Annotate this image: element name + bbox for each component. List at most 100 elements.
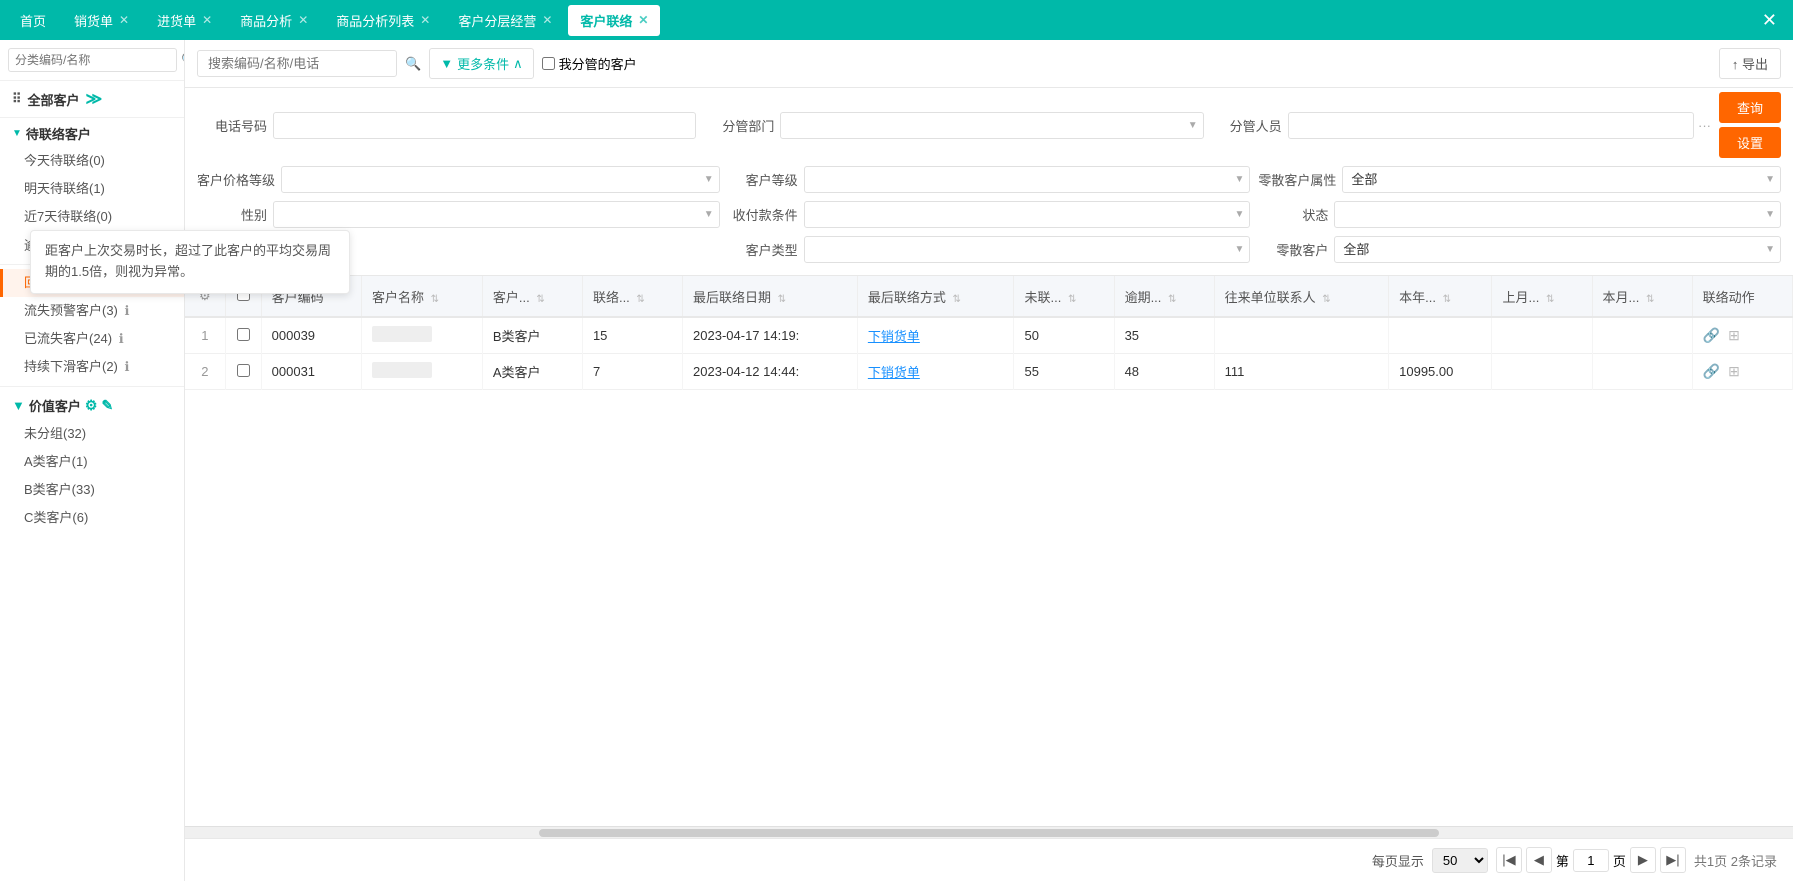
- next-page-btn[interactable]: ▶: [1630, 847, 1656, 873]
- sort-date-icon[interactable]: ⇅: [778, 294, 786, 305]
- nav-purchase-order[interactable]: 进货单 ✕: [145, 5, 224, 36]
- sort-lastmonth-icon[interactable]: ⇅: [1546, 294, 1554, 305]
- sidebar-ungrouped[interactable]: 未分组(32): [0, 420, 184, 448]
- gender-select-wrap[interactable]: ▼: [273, 201, 720, 228]
- first-page-btn[interactable]: |◀: [1496, 847, 1522, 873]
- sidebar-today-pending[interactable]: 今天待联络(0): [0, 147, 184, 175]
- status-select[interactable]: [1334, 201, 1781, 228]
- filter-row-4: ... 客户类型 ▼ 零散客户 全部 ▼: [197, 232, 1781, 267]
- gender-select[interactable]: [273, 201, 720, 228]
- sort-uncontacted-icon[interactable]: ⇅: [1068, 294, 1076, 305]
- row1-contact-way-link[interactable]: 下销货单: [868, 329, 920, 344]
- row2-last-month: [1492, 354, 1592, 390]
- nav-product-analysis-list[interactable]: 商品分析列表 ✕: [324, 5, 442, 36]
- price-level-field: 客户价格等级 ▼: [197, 166, 720, 193]
- retail-attr-select[interactable]: 全部: [1342, 166, 1781, 193]
- nav-customer-tier[interactable]: 客户分层经营 ✕: [446, 5, 564, 36]
- payment-select[interactable]: [804, 201, 1251, 228]
- sidebar-lost-customers[interactable]: 已流失客户(24) ℹ: [0, 325, 184, 353]
- more-conditions-btn[interactable]: ▼ 更多条件 ∧: [429, 48, 533, 79]
- sort-type-icon[interactable]: ⇅: [536, 294, 544, 305]
- my-customers-checkbox[interactable]: [542, 57, 555, 70]
- horizontal-scrollbar[interactable]: [185, 826, 1793, 838]
- status-select-wrap[interactable]: ▼: [1334, 201, 1781, 228]
- nav-sales-order[interactable]: 销货单 ✕: [62, 5, 141, 36]
- sort-overdue-icon[interactable]: ⇅: [1168, 294, 1176, 305]
- payment-select-wrap[interactable]: ▼: [804, 201, 1251, 228]
- sort-contact-icon[interactable]: ⇅: [636, 294, 644, 305]
- price-level-select[interactable]: [281, 166, 720, 193]
- row2-link-icon[interactable]: 🔗: [1703, 363, 1720, 380]
- query-btn[interactable]: 查询: [1719, 92, 1781, 123]
- value-group-edit2-icon[interactable]: ✎: [101, 397, 113, 414]
- row1-grid-icon[interactable]: ⊞: [1728, 327, 1740, 344]
- col-last-month: 上月... ⇅: [1492, 276, 1592, 317]
- settings-btn[interactable]: 设置: [1719, 127, 1781, 158]
- manager-input[interactable]: [1288, 112, 1694, 139]
- department-label: 分管部门: [704, 116, 774, 135]
- sidebar-declining-customers[interactable]: 持续下滑客户(2) ℹ: [0, 353, 184, 381]
- sidebar-b-class[interactable]: B类客户(33): [0, 476, 184, 504]
- manager-label: 分管人员: [1212, 116, 1282, 135]
- price-level-select-wrap[interactable]: ▼: [281, 166, 720, 193]
- scroll-thumb[interactable]: [539, 829, 1439, 837]
- last-page-btn[interactable]: ▶|: [1660, 847, 1686, 873]
- nav-customer-contact-close[interactable]: ✕: [638, 13, 648, 27]
- nav-customer-contact[interactable]: 客户联络 ✕: [568, 5, 660, 36]
- row2-grid-icon[interactable]: ⊞: [1728, 363, 1740, 380]
- department-select-wrap[interactable]: ▼: [780, 112, 1203, 139]
- close-all-tabs[interactable]: ✕: [1754, 10, 1785, 31]
- retail-customer-select[interactable]: 全部: [1334, 236, 1781, 263]
- sort-way-icon[interactable]: ⇅: [952, 294, 960, 305]
- sidebar-search-input[interactable]: [8, 48, 177, 72]
- page-input[interactable]: [1573, 849, 1609, 872]
- nav-customer-tier-close[interactable]: ✕: [542, 13, 552, 27]
- nav-purchase-order-close[interactable]: ✕: [202, 13, 212, 27]
- sidebar-collapse-btn[interactable]: ≫: [86, 89, 103, 109]
- customer-type-field: 客户类型 ▼: [728, 236, 1251, 263]
- customer-level-select[interactable]: [804, 166, 1251, 193]
- prev-page-btn[interactable]: ◀: [1526, 847, 1552, 873]
- sidebar-a-class[interactable]: A类客户(1): [0, 448, 184, 476]
- sort-thismonth-icon[interactable]: ⇅: [1646, 294, 1654, 305]
- status-field: 状态 ▼: [1258, 201, 1781, 228]
- department-select[interactable]: [780, 112, 1203, 139]
- filter-row-1: 电话号码 分管部门 ▼ 分管人员 ···: [197, 88, 1781, 162]
- value-group-edit-icon[interactable]: ⚙: [85, 397, 98, 414]
- sort-name-icon[interactable]: ⇅: [431, 294, 439, 305]
- export-btn[interactable]: ↑ 导出: [1719, 48, 1781, 79]
- search-input[interactable]: [197, 50, 397, 77]
- per-page-label: 每页显示: [1372, 851, 1424, 870]
- manager-select-wrap: ···: [1288, 112, 1711, 139]
- row1-link-icon[interactable]: 🔗: [1703, 327, 1720, 344]
- customer-type-select[interactable]: [804, 236, 1251, 263]
- pending-contact-group[interactable]: ▼ 待联络客户: [0, 118, 184, 147]
- nav-product-analysis-close[interactable]: ✕: [298, 13, 308, 27]
- my-customers-checkbox-label[interactable]: 我分管的客户: [542, 54, 637, 73]
- sidebar-tomorrow-pending[interactable]: 明天待联络(1): [0, 175, 184, 203]
- nav-sales-order-close[interactable]: ✕: [119, 13, 129, 27]
- customer-type-select-wrap[interactable]: ▼: [804, 236, 1251, 263]
- retail-attr-select-wrap[interactable]: 全部 ▼: [1342, 166, 1781, 193]
- sidebar-lost-pre-warning[interactable]: 流失预警客户(3) ℹ: [0, 297, 184, 325]
- row1-checkbox[interactable]: [237, 328, 250, 341]
- row2-contact-way-link[interactable]: 下销货单: [868, 365, 920, 380]
- row2-last-date: 2023-04-12 14:44:: [683, 354, 858, 390]
- phone-input[interactable]: [273, 112, 696, 139]
- row1-type: B类客户: [482, 317, 582, 354]
- nav-product-analysis-list-close[interactable]: ✕: [420, 13, 430, 27]
- manager-more-btn[interactable]: ···: [1698, 118, 1711, 133]
- customer-level-select-wrap[interactable]: ▼: [804, 166, 1251, 193]
- nav-home[interactable]: 首页: [8, 5, 58, 36]
- search-icon[interactable]: 🔍: [405, 56, 421, 72]
- sort-thisyear-icon[interactable]: ⇅: [1443, 294, 1451, 305]
- nav-product-analysis[interactable]: 商品分析 ✕: [228, 5, 320, 36]
- sidebar-c-class[interactable]: C类客户(6): [0, 504, 184, 532]
- sidebar-7days-pending[interactable]: 近7天待联络(0): [0, 203, 184, 231]
- row2-checkbox[interactable]: [237, 364, 250, 377]
- retail-customer-select-wrap[interactable]: 全部 ▼: [1334, 236, 1781, 263]
- filter-bar-top: 🔍 ▼ 更多条件 ∧ 我分管的客户 ↑ 导出: [185, 40, 1793, 88]
- sort-contacts-icon[interactable]: ⇅: [1322, 294, 1330, 305]
- per-page-select[interactable]: 10 20 50 100: [1432, 848, 1488, 873]
- export-icon: ↑: [1732, 57, 1739, 72]
